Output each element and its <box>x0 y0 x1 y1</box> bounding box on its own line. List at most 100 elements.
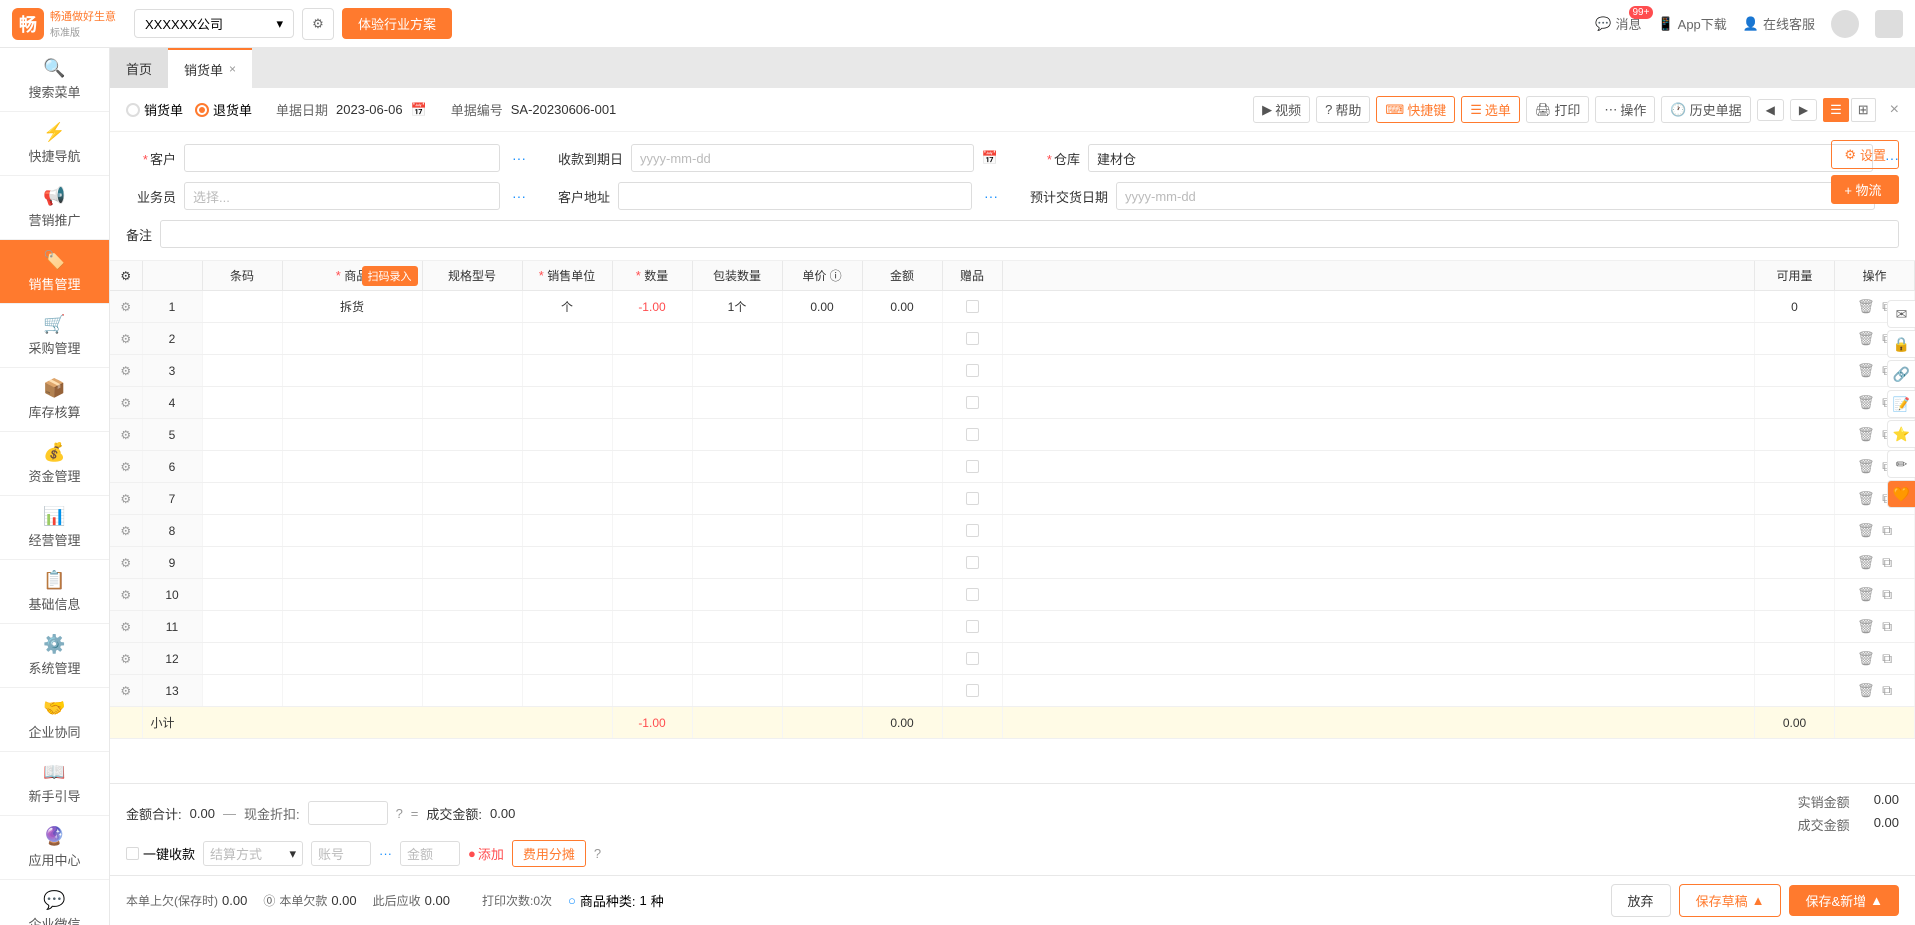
customer-ellipsis-btn[interactable]: ··· <box>512 150 526 166</box>
layout-grid-btn[interactable]: ⊞ <box>1851 98 1876 122</box>
row-unit-cell[interactable]: 个 <box>522 291 612 323</box>
discount-input[interactable] <box>308 801 388 825</box>
row-pkg-cell[interactable] <box>692 387 782 419</box>
row-qty-cell[interactable] <box>612 451 692 483</box>
row-qty-cell[interactable] <box>612 643 692 675</box>
row-product-cell[interactable] <box>282 643 422 675</box>
add-payment-btn[interactable]: ● 添加 <box>468 844 504 863</box>
row-spec-cell[interactable] <box>422 419 522 451</box>
row-unit-cell[interactable] <box>522 579 612 611</box>
tab-sales-order[interactable]: 销货单 × <box>168 48 252 88</box>
row-amount-cell[interactable] <box>862 419 942 451</box>
sidebar-item-marketing[interactable]: 📢 营销推广 <box>0 176 109 240</box>
save-new-btn[interactable]: 保存&新增 ▲ <box>1789 885 1899 916</box>
trial-btn[interactable]: 体验行业方案 <box>342 8 452 39</box>
sidebar-item-operation[interactable]: 📊 经营管理 <box>0 496 109 560</box>
row-pkg-cell[interactable] <box>692 611 782 643</box>
row-qty-cell[interactable] <box>612 483 692 515</box>
account-ellipsis[interactable]: ··· <box>379 846 392 861</box>
row-price-cell[interactable] <box>782 547 862 579</box>
delete-icon[interactable]: 🗑 <box>1857 298 1875 314</box>
sidebar-item-inventory[interactable]: 📦 库存核算 <box>0 368 109 432</box>
row-unit-cell[interactable] <box>522 611 612 643</box>
row-pkg-cell[interactable] <box>692 643 782 675</box>
row-product-cell[interactable] <box>282 483 422 515</box>
row-spec-cell[interactable] <box>422 515 522 547</box>
row-amount-cell[interactable] <box>862 579 942 611</box>
copy-icon[interactable]: ⧉ <box>1882 554 1892 570</box>
row-barcode-cell[interactable] <box>202 515 282 547</box>
row-barcode-cell[interactable] <box>202 451 282 483</box>
row-qty-cell[interactable] <box>612 387 692 419</box>
row-price-cell[interactable] <box>782 483 862 515</box>
row-gift-cell[interactable] <box>942 547 1002 579</box>
row-product-cell[interactable] <box>282 579 422 611</box>
row-qty-cell[interactable] <box>612 323 692 355</box>
sidebar-item-purchase[interactable]: 🛒 采购管理 <box>0 304 109 368</box>
due-date-calendar-icon[interactable]: 📅 <box>982 150 998 166</box>
ops-btn[interactable]: ⋯ 操作 <box>1595 96 1655 123</box>
prev-btn[interactable]: ◀ <box>1757 99 1784 121</box>
row-unit-cell[interactable] <box>522 419 612 451</box>
delete-icon[interactable]: 🗑 <box>1857 554 1875 570</box>
row-qty-cell[interactable] <box>612 611 692 643</box>
delivery-date-input[interactable]: yyyy-mm-dd <box>1116 182 1875 210</box>
row-amount-cell[interactable] <box>862 547 942 579</box>
sidebar-item-basic[interactable]: 📋 基础信息 <box>0 560 109 624</box>
row-price-cell[interactable] <box>782 451 862 483</box>
row-barcode-cell[interactable] <box>202 291 282 323</box>
row-pkg-cell[interactable] <box>692 419 782 451</box>
address-ellipsis-btn[interactable]: ··· <box>984 188 998 204</box>
row-product-cell[interactable] <box>282 611 422 643</box>
row-gift-cell[interactable] <box>942 451 1002 483</box>
settings-btn[interactable]: ⚙ 设置 <box>1831 140 1899 169</box>
row-amount-cell[interactable] <box>862 483 942 515</box>
delete-icon[interactable]: 🗑 <box>1857 426 1875 442</box>
row-product-cell[interactable] <box>282 387 422 419</box>
row-unit-cell[interactable] <box>522 355 612 387</box>
radio-sales[interactable]: 销货单 <box>126 100 183 119</box>
row-unit-cell[interactable] <box>522 387 612 419</box>
salesperson-ellipsis-btn[interactable]: ··· <box>512 188 526 204</box>
radio-return[interactable]: 退货单 <box>195 100 252 119</box>
app-download-btn[interactable]: 📱 App下载 <box>1657 14 1726 33</box>
row-gift-cell[interactable] <box>942 355 1002 387</box>
print-btn[interactable]: 🖨 打印 <box>1526 96 1590 123</box>
row-product-cell[interactable] <box>282 515 422 547</box>
row-spec-cell[interactable] <box>422 355 522 387</box>
row-gift-cell[interactable] <box>942 387 1002 419</box>
row-price-cell[interactable] <box>782 675 862 707</box>
delete-icon[interactable]: 🗑 <box>1857 330 1875 346</box>
row-unit-cell[interactable] <box>522 515 612 547</box>
sidebar-item-search[interactable]: 🔍 搜索菜单 <box>0 48 109 112</box>
message-btn[interactable]: 💬 消息 99+ <box>1595 14 1641 33</box>
row-gift-cell[interactable] <box>942 611 1002 643</box>
copy-icon[interactable]: ⧉ <box>1882 682 1892 698</box>
row-spec-cell[interactable] <box>422 675 522 707</box>
delete-icon[interactable]: 🗑 <box>1857 394 1875 410</box>
customer-input[interactable] <box>184 144 500 172</box>
row-amount-cell[interactable] <box>862 355 942 387</box>
row-price-cell[interactable]: 0.00 <box>782 291 862 323</box>
row-qty-cell[interactable] <box>612 579 692 611</box>
delete-icon[interactable]: 🗑 <box>1857 618 1875 634</box>
row-price-cell[interactable] <box>782 419 862 451</box>
company-selector[interactable]: XXXXXX公司 ▾ <box>134 9 294 38</box>
row-gift-cell[interactable] <box>942 419 1002 451</box>
row-barcode-cell[interactable] <box>202 419 282 451</box>
user-icon[interactable] <box>1875 10 1903 38</box>
row-barcode-cell[interactable] <box>202 355 282 387</box>
notes-input[interactable] <box>160 220 1899 248</box>
row-price-cell[interactable] <box>782 323 862 355</box>
row-unit-cell[interactable] <box>522 483 612 515</box>
avatar[interactable] <box>1831 10 1859 38</box>
date-calendar-icon[interactable]: 📅 <box>411 102 427 118</box>
row-product-cell[interactable] <box>282 547 422 579</box>
row-product-cell[interactable] <box>282 675 422 707</box>
row-amount-cell[interactable] <box>862 675 942 707</box>
scan-btn[interactable]: 扫码录入 <box>362 266 418 286</box>
row-price-cell[interactable] <box>782 355 862 387</box>
online-service-btn[interactable]: 👤 在线客服 <box>1743 14 1815 33</box>
row-product-cell[interactable] <box>282 323 422 355</box>
row-amount-cell[interactable] <box>862 323 942 355</box>
